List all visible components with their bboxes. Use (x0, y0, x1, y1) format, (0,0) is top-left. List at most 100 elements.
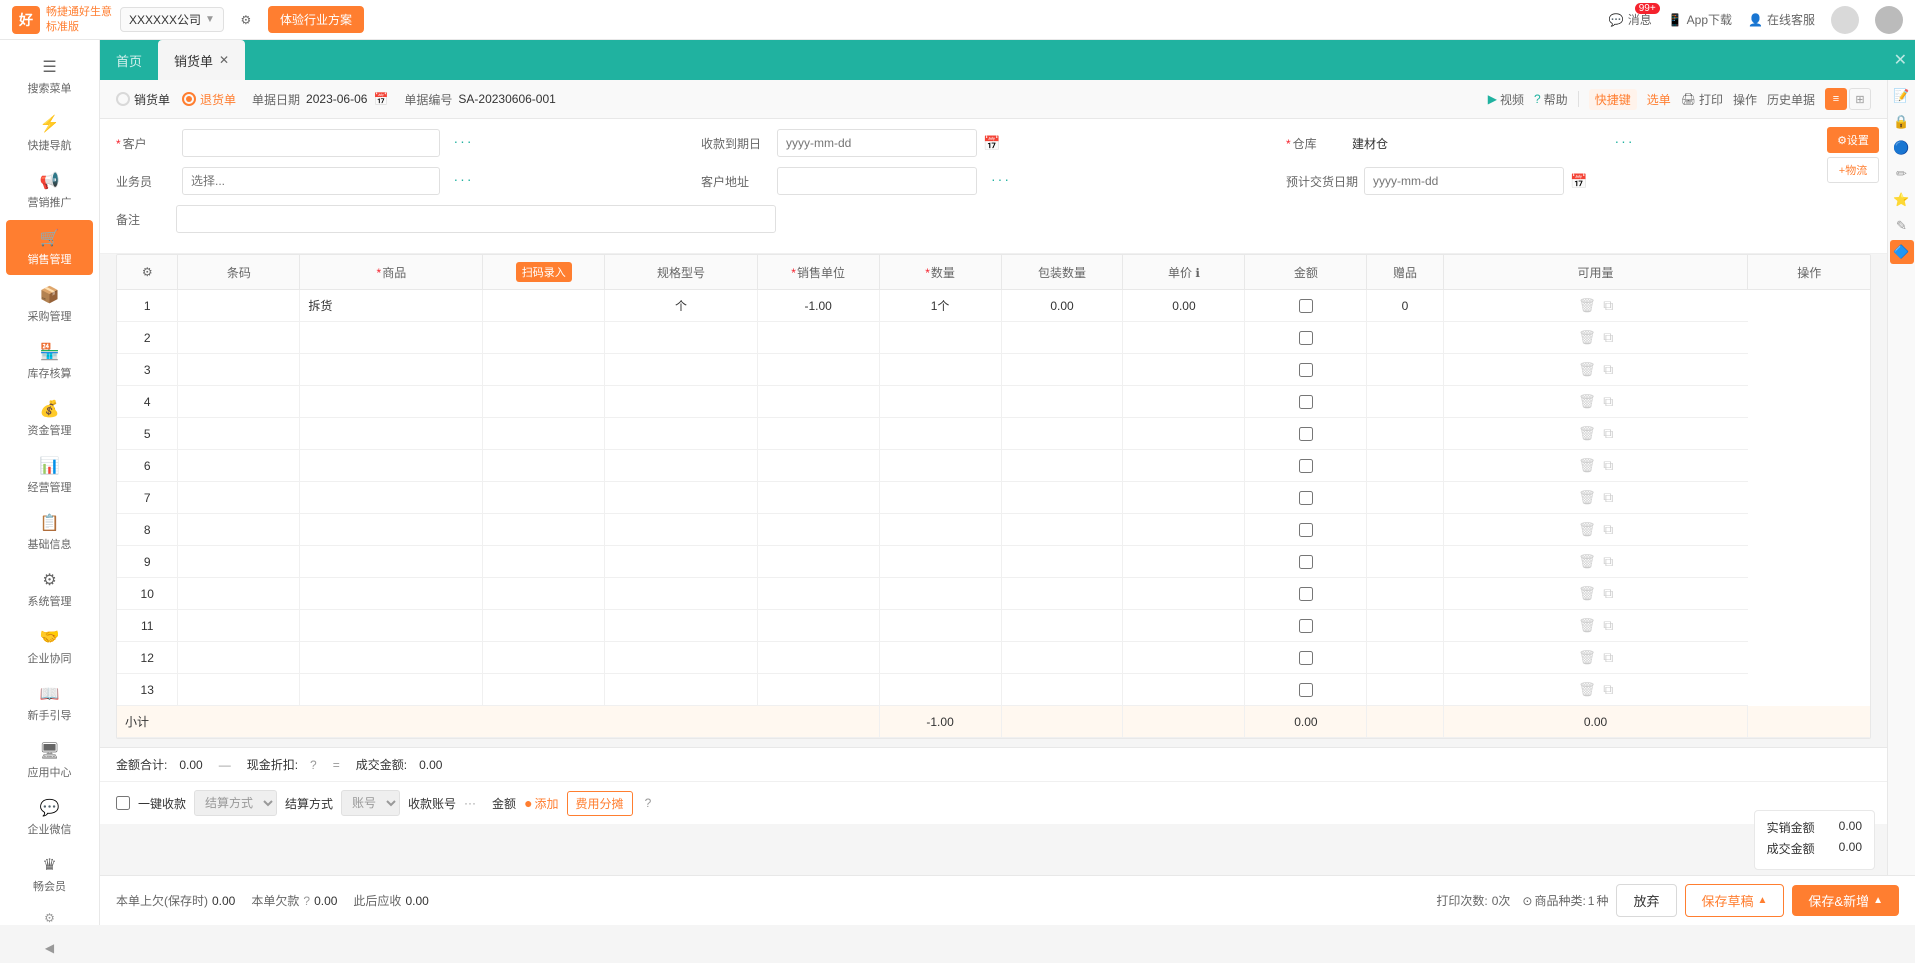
customer-dots[interactable]: ··· (446, 129, 702, 157)
avatar[interactable] (1831, 6, 1859, 34)
online-support-button[interactable]: 👤 在线客服 (1748, 11, 1815, 28)
row-gift[interactable] (1245, 450, 1367, 482)
row-barcode[interactable] (178, 322, 300, 354)
select-action[interactable]: 选单 (1647, 91, 1671, 108)
one-click-payment-checkbox[interactable] (116, 796, 130, 810)
tab-close-icon[interactable]: ✕ (219, 53, 229, 67)
row-unit-price[interactable] (1001, 354, 1123, 386)
row-barcode[interactable] (178, 578, 300, 610)
message-button[interactable]: 💬 消息 99+ (1609, 11, 1652, 28)
row-gift[interactable] (1245, 642, 1367, 674)
sidebar-item-finance[interactable]: 💰 资金管理 (6, 391, 93, 446)
logistics-button[interactable]: +物流 (1827, 157, 1879, 183)
row-gift[interactable] (1245, 290, 1367, 322)
row-barcode[interactable] (178, 546, 300, 578)
row-unit-price[interactable] (1001, 674, 1123, 706)
row-unit-price[interactable] (1001, 418, 1123, 450)
row-spec[interactable] (483, 482, 605, 514)
debt-question-icon[interactable]: ? (303, 894, 310, 908)
row-gift[interactable] (1245, 354, 1367, 386)
expense-split-button[interactable]: 费用分摊 (567, 791, 633, 816)
row-spec[interactable] (483, 610, 605, 642)
row-copy-icon[interactable]: ⧉ (1603, 617, 1613, 633)
customer-input[interactable] (182, 129, 440, 157)
row-delete-icon[interactable]: 🗑 (1578, 297, 1596, 313)
right-panel-item-4[interactable]: ✏ (1890, 162, 1914, 186)
address-dots[interactable]: ··· (983, 167, 1286, 195)
row-copy-icon[interactable]: ⧉ (1603, 521, 1613, 537)
help-action[interactable]: ? 帮助 (1534, 91, 1568, 108)
row-quantity[interactable] (757, 386, 879, 418)
row-barcode[interactable] (178, 610, 300, 642)
row-delete-icon[interactable]: 🗑 (1578, 585, 1596, 601)
row-copy-icon[interactable]: ⧉ (1603, 553, 1613, 569)
row-quantity[interactable] (757, 418, 879, 450)
sidebar-collapse-btn[interactable]: ◀ (0, 933, 99, 963)
row-spec[interactable] (483, 642, 605, 674)
row-spec[interactable] (483, 674, 605, 706)
sidebar-item-purchase[interactable]: 📦 采购管理 (6, 277, 93, 332)
row-barcode[interactable] (178, 450, 300, 482)
row-unit-price[interactable] (1001, 610, 1123, 642)
th-scan[interactable]: 扫码录入 (483, 255, 605, 290)
grid-view-btn[interactable]: ⊞ (1849, 88, 1871, 110)
row-spec[interactable] (483, 450, 605, 482)
row-copy-icon[interactable]: ⧉ (1603, 393, 1613, 409)
shortcut-action[interactable]: 快捷键 (1589, 89, 1637, 110)
row-gift[interactable] (1245, 674, 1367, 706)
row-spec[interactable] (483, 386, 605, 418)
row-product[interactable] (300, 418, 483, 450)
row-product[interactable] (300, 578, 483, 610)
row-quantity[interactable] (757, 546, 879, 578)
question-icon[interactable]: ? (310, 758, 317, 772)
row-spec[interactable] (483, 322, 605, 354)
row-unit-price[interactable] (1001, 546, 1123, 578)
row-quantity[interactable] (757, 674, 879, 706)
account-select[interactable]: 账号 (341, 790, 400, 816)
th-settings[interactable]: ⚙ (117, 255, 178, 290)
radio-sales-order[interactable]: 销货单 (116, 91, 170, 108)
row-product[interactable] (300, 674, 483, 706)
account-dots[interactable]: ··· (464, 796, 476, 810)
save-new-button[interactable]: 保存&新增 ▲ (1792, 885, 1899, 916)
row-product[interactable] (300, 322, 483, 354)
row-copy-icon[interactable]: ⧉ (1603, 361, 1613, 377)
sidebar-item-wechat[interactable]: 💬 企业微信 (6, 790, 93, 845)
row-spec[interactable] (483, 418, 605, 450)
sidebar-item-search[interactable]: ☰ 搜索菜单 (6, 49, 93, 104)
right-panel-item-2[interactable]: 🔒 (1890, 110, 1914, 134)
row-delete-icon[interactable]: 🗑 (1578, 649, 1596, 665)
row-delete-icon[interactable]: 🗑 (1578, 393, 1596, 409)
row-barcode[interactable] (178, 386, 300, 418)
row-product[interactable] (300, 450, 483, 482)
right-panel-item-3[interactable]: 🔵 (1890, 136, 1914, 160)
row-barcode[interactable] (178, 482, 300, 514)
company-selector[interactable]: XXXXXX公司 ▼ (120, 7, 224, 32)
row-unit-price[interactable] (1001, 322, 1123, 354)
row-product[interactable]: 拆货 (300, 290, 483, 322)
row-delete-icon[interactable]: 🗑 (1578, 681, 1596, 697)
row-quantity[interactable] (757, 642, 879, 674)
row-spec[interactable] (483, 578, 605, 610)
row-delete-icon[interactable]: 🗑 (1578, 457, 1596, 473)
expected-date-calendar-icon[interactable]: 📅 (1570, 173, 1587, 190)
sidebar-settings-btn[interactable]: ⚙ (0, 903, 99, 933)
row-unit-price[interactable] (1001, 642, 1123, 674)
due-date-calendar-icon[interactable]: 📅 (983, 135, 1000, 152)
product-kinds-radio[interactable]: ⊙ 商品种类: 1 种 (1522, 892, 1608, 909)
row-barcode[interactable] (178, 290, 300, 322)
row-barcode[interactable] (178, 354, 300, 386)
sidebar-item-inventory[interactable]: 🏪 库存核算 (6, 334, 93, 389)
row-copy-icon[interactable]: ⧉ (1603, 297, 1613, 313)
sidebar-item-management[interactable]: 📊 经营管理 (6, 448, 93, 503)
row-gift[interactable] (1245, 546, 1367, 578)
row-barcode[interactable] (178, 642, 300, 674)
row-unit-price[interactable] (1001, 514, 1123, 546)
video-action[interactable]: ▶ 视频 (1488, 91, 1524, 108)
row-delete-icon[interactable]: 🗑 (1578, 329, 1596, 345)
row-product[interactable] (300, 386, 483, 418)
radio-return-order[interactable]: 退货单 (182, 91, 236, 108)
row-delete-icon[interactable]: 🗑 (1578, 489, 1596, 505)
sidebar-item-system[interactable]: ⚙ 系统管理 (6, 562, 93, 617)
settings-button[interactable]: ⚙设置 (1827, 127, 1879, 153)
